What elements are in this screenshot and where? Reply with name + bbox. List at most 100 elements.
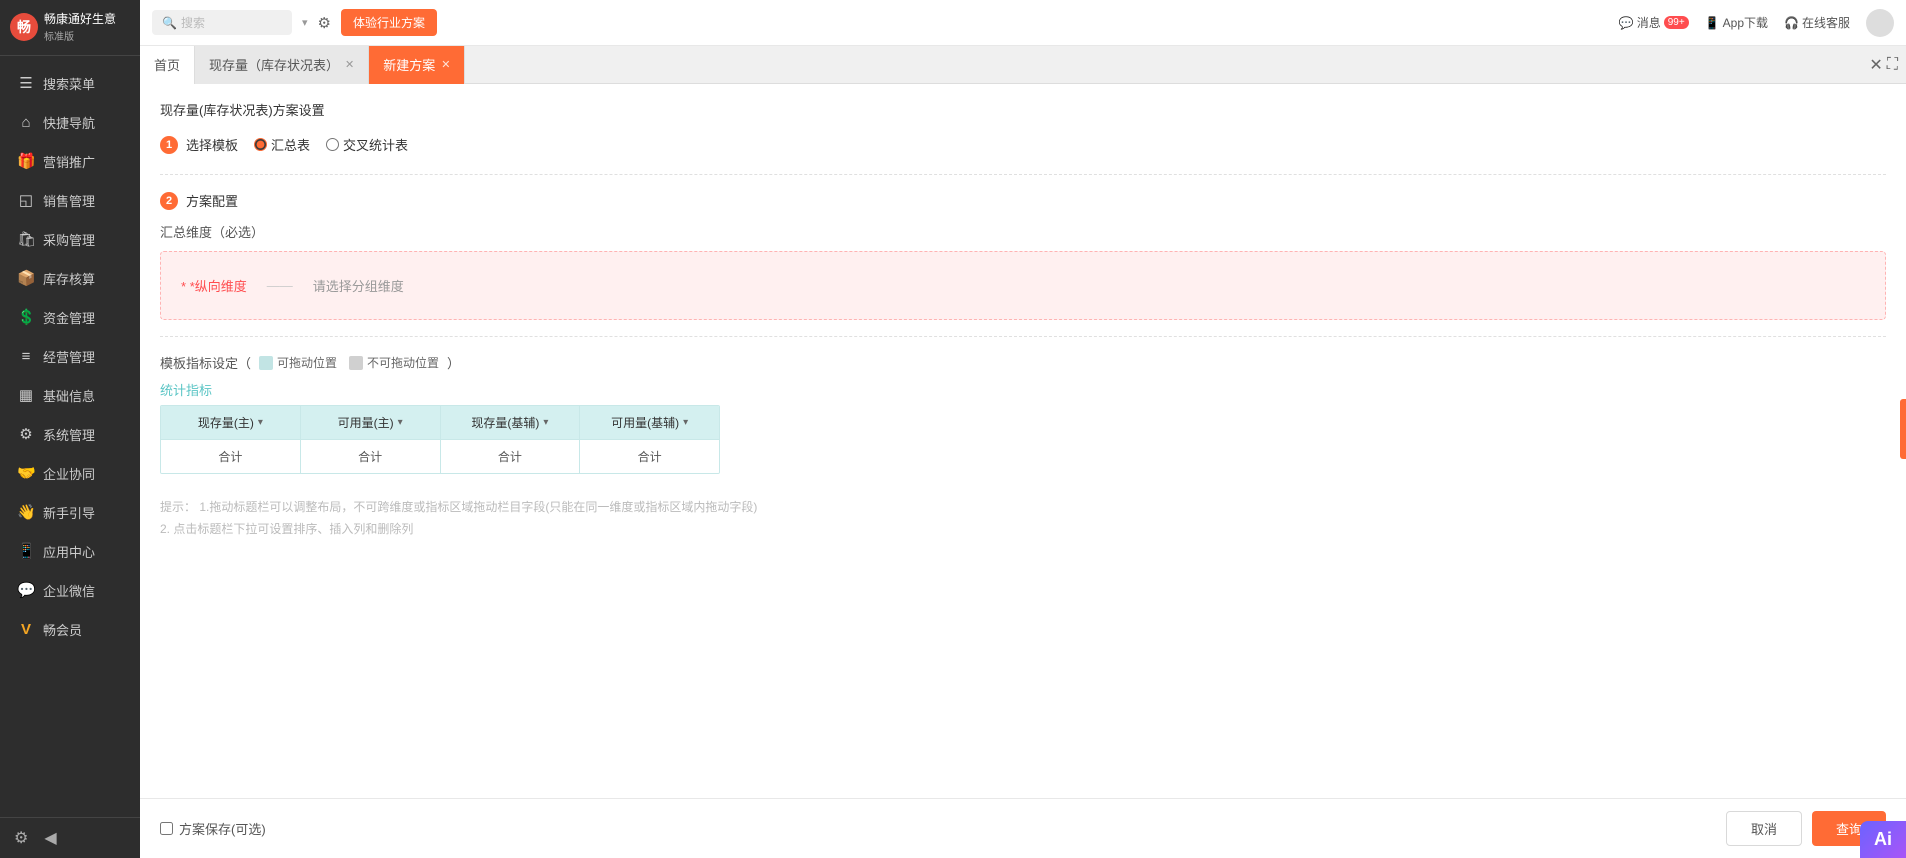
sidebar-item-purchase[interactable]: 🛍 采购管理	[0, 220, 140, 259]
brand-name: 畅康通好生意	[44, 12, 116, 28]
radio-summary-label: 汇总表	[271, 135, 310, 154]
tab-new-plan-label: 新建方案	[383, 55, 435, 74]
sidebar-nav: ☰ 搜索菜单 ⌂ 快捷导航 🎁 营销推广 ◱ 销售管理 🛍 采购管理 📦 库存核…	[0, 56, 140, 817]
indicator-settings-label: 模板指标设定（ 可拖动位置 不可拖动位置 ）	[160, 353, 1886, 372]
vip-icon: V	[17, 621, 35, 638]
sidebar-item-quick-nav[interactable]: ⌂ 快捷导航	[0, 103, 140, 142]
sidebar-item-enterprise-wechat[interactable]: 💬 企业微信	[0, 571, 140, 610]
marketing-icon: 🎁	[17, 152, 35, 170]
message-badge: 99+	[1664, 16, 1689, 29]
sidebar-item-finance[interactable]: 💲 资金管理	[0, 298, 140, 337]
tip-item-1: 1.拖动标题栏可以调整布局，不可跨维度或指标区域拖动栏目字段(只能在同一维度或指…	[199, 500, 757, 514]
dim-separator: ——	[267, 278, 293, 293]
content-area: 现存量(库存状况表)方案设置 1 选择模板 汇总表 交叉统计表	[140, 84, 1906, 798]
tip-title: 提示： 1.拖动标题栏可以调整布局，不可跨维度或指标区域拖动栏目字段(只能在同一…	[160, 497, 1886, 519]
brand-header: 畅 畅康通好生意 标准版	[0, 0, 140, 56]
sidebar-item-enterprise[interactable]: 🤝 企业协同	[0, 454, 140, 493]
sidebar-item-system[interactable]: ⚙ 系统管理	[0, 415, 140, 454]
sidebar-item-label: 经营管理	[43, 347, 95, 366]
page-title: 现存量(库存状况表)方案设置	[160, 100, 1886, 119]
industry-btn[interactable]: 体验行业方案	[341, 9, 437, 36]
step1-section: 1 选择模板 汇总表 交叉统计表	[160, 135, 1886, 154]
tab-actions: ✕ ⛶	[1869, 55, 1906, 75]
app-download-btn[interactable]: 📱 App下载	[1705, 14, 1768, 31]
sidebar-item-inventory[interactable]: 📦 库存核算	[0, 259, 140, 298]
summary-dimension-label: 汇总维度（必选）	[160, 222, 1886, 241]
header-settings-icon[interactable]: ⚙	[318, 14, 331, 32]
col-available-main-body: 合计	[301, 440, 440, 473]
legend-movable: 可拖动位置	[259, 354, 337, 371]
search-menu-icon: ☰	[17, 74, 35, 92]
search-icon: 🔍	[162, 16, 177, 30]
message-btn[interactable]: 💬 消息 99+	[1619, 14, 1689, 31]
col-present-main: 现存量(主) ▾ 合计	[161, 406, 301, 473]
tab-close-icon[interactable]: ✕	[1869, 55, 1882, 75]
cancel-button[interactable]: 取消	[1726, 811, 1802, 846]
sidebar-collapse-icon[interactable]: ◀	[44, 828, 56, 848]
col-available-main-chevron-icon: ▾	[398, 417, 403, 428]
brand-version: 标准版	[44, 28, 116, 43]
dim-placeholder[interactable]: 请选择分组维度	[313, 276, 404, 295]
tab-inventory-status[interactable]: 现存量（库存状况表） ✕	[195, 46, 369, 84]
footer-bar: 方案保存(可选) 取消 查询	[140, 798, 1906, 858]
enterprise-wechat-icon: 💬	[17, 581, 35, 599]
col-present-aux-header[interactable]: 现存量(基辅) ▾	[441, 406, 580, 440]
app-label: App下载	[1723, 14, 1768, 31]
right-edge-handle[interactable]	[1900, 399, 1906, 459]
radio-cross-label: 交叉统计表	[343, 135, 408, 154]
col-available-main: 可用量(主) ▾ 合计	[301, 406, 441, 473]
app-center-icon: 📱	[17, 542, 35, 560]
sidebar-item-search-menu[interactable]: ☰ 搜索菜单	[0, 64, 140, 103]
step1-label: 选择模板	[186, 135, 238, 154]
tab-new-plan[interactable]: 新建方案 ✕	[369, 46, 465, 84]
tab-home[interactable]: 首页	[140, 46, 195, 84]
search-text: 搜索	[181, 14, 205, 31]
message-label: 消息	[1637, 14, 1661, 31]
tip-item-2: 2. 点击标题栏下拉可设置排序、插入列和删除列	[160, 519, 1886, 541]
col-present-main-chevron-icon: ▾	[258, 417, 263, 428]
col-available-main-header[interactable]: 可用量(主) ▾	[301, 406, 440, 440]
col-available-aux-header[interactable]: 可用量(基辅) ▾	[580, 406, 719, 440]
tab-expand-icon[interactable]: ⛶	[1887, 56, 1898, 74]
sidebar-settings-icon[interactable]: ⚙	[14, 828, 28, 848]
radio-cross[interactable]: 交叉统计表	[326, 135, 408, 154]
sidebar-bottom: ⚙ ◀	[0, 817, 140, 858]
movable-label: 可拖动位置	[277, 354, 337, 371]
ai-badge[interactable]: Ai	[1860, 821, 1906, 858]
tips-section: 提示： 1.拖动标题栏可以调整布局，不可跨维度或指标区域拖动栏目字段(只能在同一…	[160, 497, 1886, 540]
sidebar-item-vip[interactable]: V 畅会员	[0, 610, 140, 649]
col-present-aux: 现存量(基辅) ▾ 合计	[441, 406, 581, 473]
col-present-main-header[interactable]: 现存量(主) ▾	[161, 406, 300, 440]
col-present-aux-body: 合计	[441, 440, 580, 473]
inventory-icon: 📦	[17, 269, 35, 287]
sidebar-item-label: 应用中心	[43, 542, 95, 561]
sidebar-item-app-center[interactable]: 📱 应用中心	[0, 532, 140, 571]
tab-inventory-close-icon[interactable]: ✕	[345, 58, 354, 71]
sidebar-item-label: 搜索菜单	[43, 74, 95, 93]
header-chevron-icon[interactable]: ▾	[302, 16, 308, 29]
sidebar-item-label: 营销推广	[43, 152, 95, 171]
radio-summary[interactable]: 汇总表	[254, 135, 310, 154]
fixed-box	[349, 356, 363, 370]
sidebar-item-basic-info[interactable]: ▦ 基础信息	[0, 376, 140, 415]
indicator-settings: 模板指标设定（ 可拖动位置 不可拖动位置 ） 统计指标	[160, 353, 1886, 477]
step2-header: 2 方案配置	[160, 191, 1886, 210]
online-service-btn[interactable]: 🎧 在线客服	[1784, 14, 1850, 31]
dim-required-label: * *纵向维度	[181, 276, 247, 295]
sidebar-item-marketing[interactable]: 🎁 营销推广	[0, 142, 140, 181]
sidebar-item-sales[interactable]: ◱ 销售管理	[0, 181, 140, 220]
step2-section: 2 方案配置 汇总维度（必选） * *纵向维度 —— 请选择分组维度 模板指标设…	[160, 191, 1886, 540]
sidebar-item-operations[interactable]: ≡ 经营管理	[0, 337, 140, 376]
headset-icon: 🎧	[1784, 16, 1799, 30]
sidebar: 畅 畅康通好生意 标准版 ☰ 搜索菜单 ⌂ 快捷导航 🎁 营销推广 ◱ 销售管理…	[0, 0, 140, 858]
sidebar-item-label: 基础信息	[43, 386, 95, 405]
save-checkbox[interactable]	[160, 822, 173, 835]
enterprise-icon: 🤝	[17, 464, 35, 482]
user-avatar[interactable]	[1866, 9, 1894, 37]
tab-home-label: 首页	[154, 55, 180, 74]
sidebar-item-new-guide[interactable]: 👋 新手引导	[0, 493, 140, 532]
search-box[interactable]: 🔍 搜索	[152, 10, 292, 35]
purchase-icon: 🛍	[17, 230, 35, 248]
col-available-aux: 可用量(基辅) ▾ 合计	[580, 406, 719, 473]
tab-new-plan-close-icon[interactable]: ✕	[441, 58, 450, 71]
